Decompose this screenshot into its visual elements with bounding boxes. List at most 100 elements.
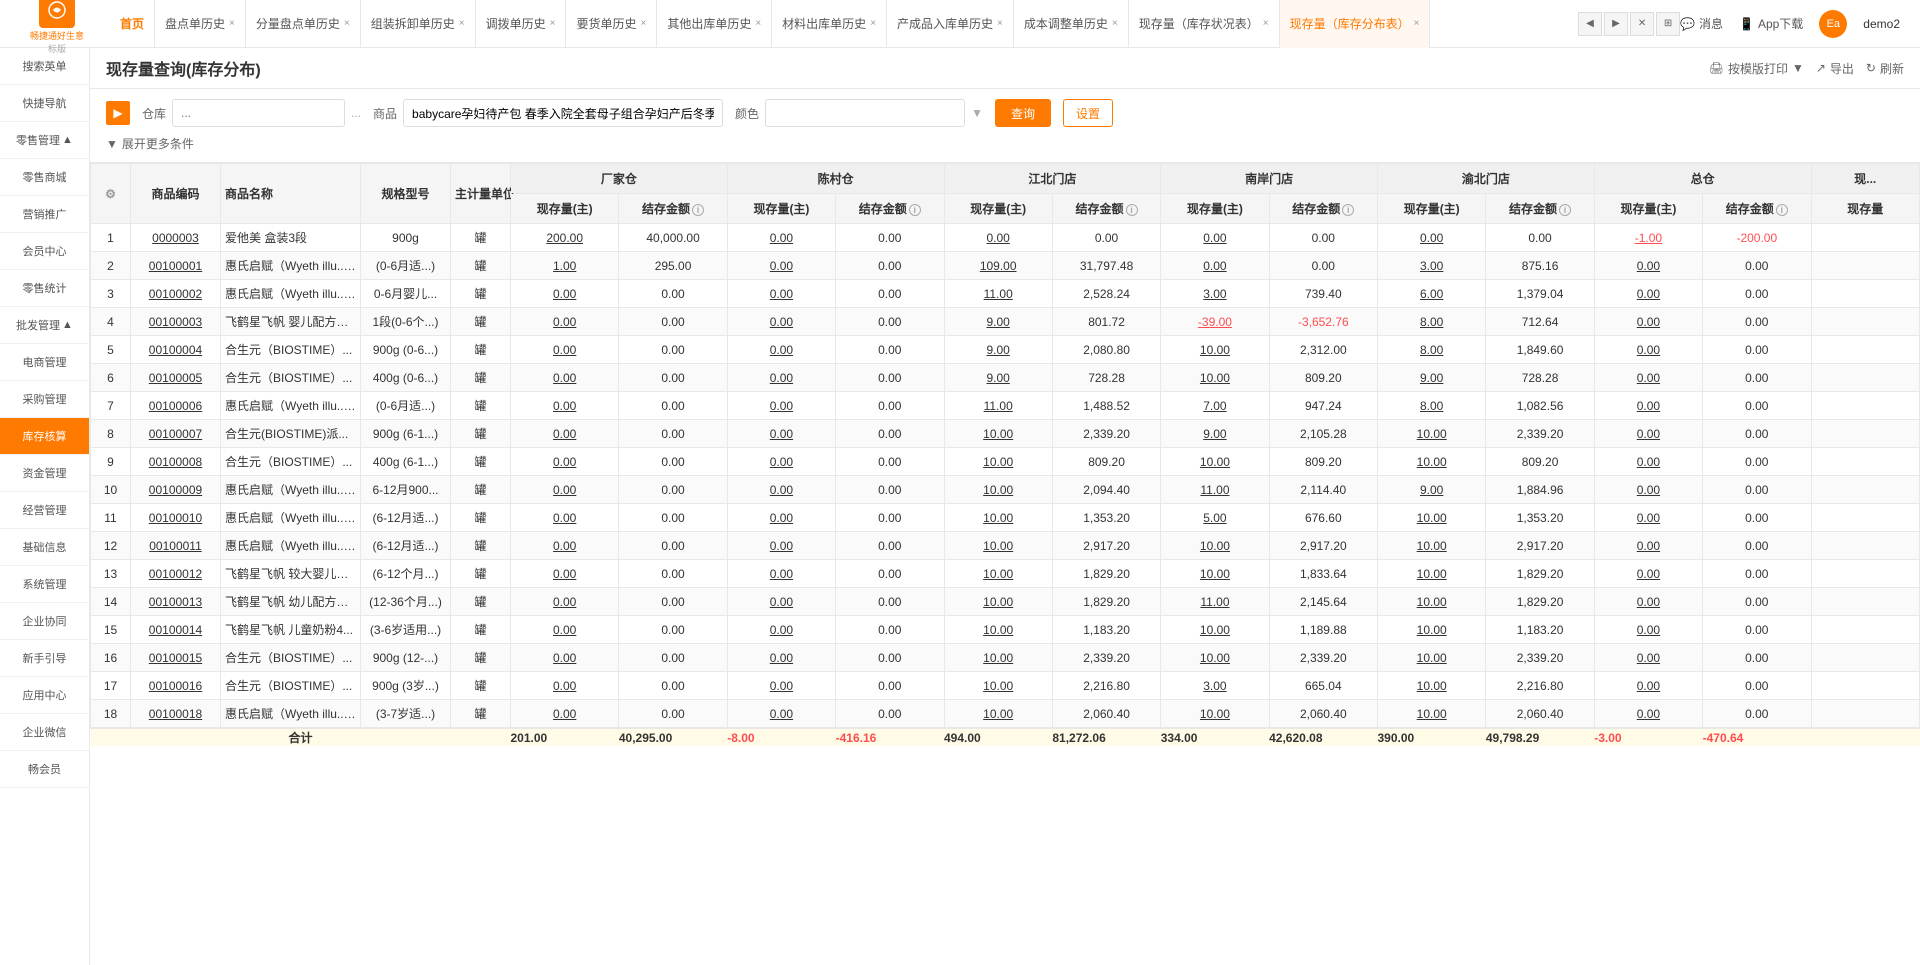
cell-t-qty[interactable]: 0.00 xyxy=(1594,364,1702,392)
cell-code[interactable]: 00100007 xyxy=(131,420,221,448)
cell-f-qty[interactable]: 1.00 xyxy=(511,252,619,280)
tab-close[interactable]: × xyxy=(1414,18,1420,29)
cell-f-qty[interactable]: 0.00 xyxy=(511,476,619,504)
cell-yb-qty[interactable]: 10.00 xyxy=(1378,700,1486,729)
cell-yb-qty[interactable]: 10.00 xyxy=(1378,644,1486,672)
cell-jb-qty[interactable]: 11.00 xyxy=(944,280,1052,308)
user-avatar[interactable]: Ea xyxy=(1819,10,1847,38)
cell-f-qty[interactable]: 0.00 xyxy=(511,308,619,336)
cell-yb-qty[interactable]: 10.00 xyxy=(1378,420,1486,448)
cell-na-qty[interactable]: 5.00 xyxy=(1161,504,1269,532)
cell-code[interactable]: 00100005 xyxy=(131,364,221,392)
cell-c-qty[interactable]: 0.00 xyxy=(727,476,835,504)
tab-liaochuku[interactable]: 材料出库单历史 × xyxy=(772,0,887,48)
cell-f-qty[interactable]: 0.00 xyxy=(511,644,619,672)
tab-close[interactable]: × xyxy=(997,18,1003,29)
sidebar-item-apps[interactable]: 应用中心 xyxy=(0,677,89,714)
print-btn[interactable]: 🖨 按模版打印 ▼ xyxy=(1709,60,1804,77)
sidebar-item-quicknav[interactable]: 快捷导航 xyxy=(0,85,89,122)
cell-na-qty[interactable]: 11.00 xyxy=(1161,588,1269,616)
cell-na-qty[interactable]: 10.00 xyxy=(1161,616,1269,644)
cell-jb-qty[interactable]: 10.00 xyxy=(944,504,1052,532)
cell-na-qty[interactable]: 9.00 xyxy=(1161,420,1269,448)
cell-t-qty[interactable]: 0.00 xyxy=(1594,336,1702,364)
cell-code[interactable]: 00100011 xyxy=(131,532,221,560)
info-icon-2[interactable]: i xyxy=(909,204,921,216)
cell-na-qty[interactable]: 10.00 xyxy=(1161,644,1269,672)
settings-btn[interactable]: 设置 xyxy=(1063,99,1113,127)
tab-close[interactable]: × xyxy=(640,18,646,29)
cell-yb-qty[interactable]: 10.00 xyxy=(1378,532,1486,560)
cell-jb-qty[interactable]: 10.00 xyxy=(944,700,1052,729)
cell-c-qty[interactable]: 0.00 xyxy=(727,252,835,280)
cell-jb-qty[interactable]: 10.00 xyxy=(944,448,1052,476)
app-download-btn[interactable]: 📱 App下载 xyxy=(1739,15,1803,32)
warehouse-dots[interactable]: ... xyxy=(351,106,361,120)
cell-t-qty[interactable]: 0.00 xyxy=(1594,560,1702,588)
cell-c-qty[interactable]: 0.00 xyxy=(727,364,835,392)
sidebar-item-operations[interactable]: 经营管理 xyxy=(0,492,89,529)
cell-code[interactable]: 00100002 xyxy=(131,280,221,308)
cell-jb-qty[interactable]: 10.00 xyxy=(944,616,1052,644)
tab-expand-btn[interactable]: ⊞ xyxy=(1656,12,1680,36)
cell-yb-qty[interactable]: 3.00 xyxy=(1378,252,1486,280)
cell-yb-qty[interactable]: 0.00 xyxy=(1378,224,1486,252)
cell-na-qty[interactable]: 10.00 xyxy=(1161,532,1269,560)
tab-home[interactable]: 首页 xyxy=(110,0,155,48)
cell-t-qty[interactable]: 0.00 xyxy=(1594,280,1702,308)
warehouse-input[interactable] xyxy=(172,99,345,127)
cell-f-qty[interactable]: 0.00 xyxy=(511,532,619,560)
cell-yb-qty[interactable]: 8.00 xyxy=(1378,336,1486,364)
cell-jb-qty[interactable]: 10.00 xyxy=(944,420,1052,448)
cell-t-qty[interactable]: 0.00 xyxy=(1594,420,1702,448)
cell-na-qty[interactable]: 3.00 xyxy=(1161,280,1269,308)
cell-na-qty[interactable]: -39.00 xyxy=(1161,308,1269,336)
cell-f-qty[interactable]: 0.00 xyxy=(511,448,619,476)
cell-yb-qty[interactable]: 8.00 xyxy=(1378,308,1486,336)
sidebar-item-member[interactable]: 会员中心 xyxy=(0,233,89,270)
cell-c-qty[interactable]: 0.00 xyxy=(727,504,835,532)
cell-c-qty[interactable]: 0.00 xyxy=(727,672,835,700)
tab-zuzhuan[interactable]: 组装拆卸单历史 × xyxy=(361,0,476,48)
cell-code[interactable]: 00100008 xyxy=(131,448,221,476)
cell-code[interactable]: 00100015 xyxy=(131,644,221,672)
cell-f-qty[interactable]: 0.00 xyxy=(511,364,619,392)
tab-chanpinruku[interactable]: 产成品入库单历史 × xyxy=(887,0,1014,48)
cell-f-qty[interactable]: 0.00 xyxy=(511,336,619,364)
cell-f-qty[interactable]: 0.00 xyxy=(511,392,619,420)
cell-na-qty[interactable]: 10.00 xyxy=(1161,448,1269,476)
tab-prev-btn[interactable]: ◀ xyxy=(1578,12,1602,36)
tab-close[interactable]: × xyxy=(459,18,465,29)
sidebar-item-retail-shop[interactable]: 零售商城 xyxy=(0,159,89,196)
cell-na-qty[interactable]: 10.00 xyxy=(1161,700,1269,729)
cell-code[interactable]: 00100009 xyxy=(131,476,221,504)
cell-t-qty[interactable]: 0.00 xyxy=(1594,700,1702,729)
cell-t-qty[interactable]: 0.00 xyxy=(1594,476,1702,504)
sidebar-item-retail-stats[interactable]: 零售统计 xyxy=(0,270,89,307)
sidebar-item-enterprise[interactable]: 企业协同 xyxy=(0,603,89,640)
cell-jb-qty[interactable]: 10.00 xyxy=(944,476,1052,504)
cell-code[interactable]: 00100006 xyxy=(131,392,221,420)
tab-close[interactable]: × xyxy=(1112,18,1118,29)
cell-na-qty[interactable]: 7.00 xyxy=(1161,392,1269,420)
cell-f-qty[interactable]: 0.00 xyxy=(511,504,619,532)
cell-c-qty[interactable]: 0.00 xyxy=(727,644,835,672)
cell-yb-qty[interactable]: 6.00 xyxy=(1378,280,1486,308)
cell-t-qty[interactable]: 0.00 xyxy=(1594,504,1702,532)
cell-code[interactable]: 00100018 xyxy=(131,700,221,729)
cell-code[interactable]: 00100012 xyxy=(131,560,221,588)
cell-yb-qty[interactable]: 10.00 xyxy=(1378,560,1486,588)
cell-f-qty[interactable]: 0.00 xyxy=(511,672,619,700)
tab-pandian[interactable]: 盘点单历史 × xyxy=(155,0,246,48)
color-dropdown-arrow[interactable]: ▼ xyxy=(971,106,983,120)
cell-jb-qty[interactable]: 9.00 xyxy=(944,336,1052,364)
sidebar-item-finance[interactable]: 资金管理 xyxy=(0,455,89,492)
cell-f-qty[interactable]: 200.00 xyxy=(511,224,619,252)
tab-diaobuo[interactable]: 调拨单历史 × xyxy=(476,0,567,48)
th-gear[interactable]: ⚙ xyxy=(91,164,131,224)
sidebar-item-marketing[interactable]: 营销推广 xyxy=(0,196,89,233)
tab-close-all-btn[interactable]: ✕ xyxy=(1630,12,1654,36)
cell-na-qty[interactable]: 11.00 xyxy=(1161,476,1269,504)
export-btn[interactable]: ↗ 导出 xyxy=(1816,60,1854,77)
cell-c-qty[interactable]: 0.00 xyxy=(727,420,835,448)
